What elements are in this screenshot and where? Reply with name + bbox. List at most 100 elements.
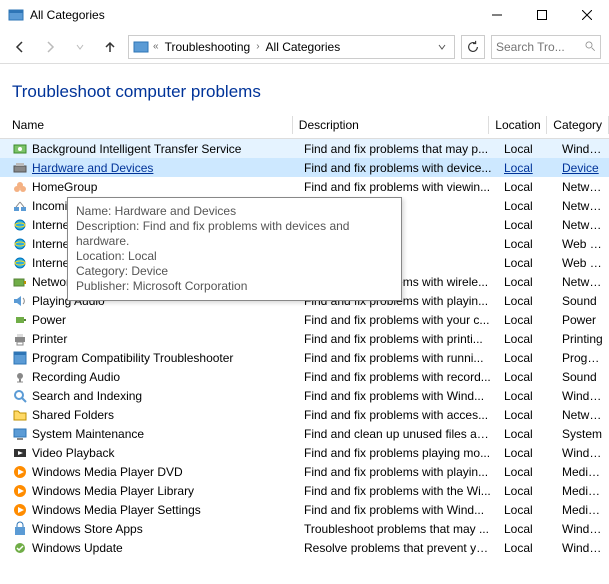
item-name: Video Playback [32,446,115,460]
ie-icon [12,217,28,233]
item-description: Find and fix problems with Wind... [298,389,498,403]
minimize-button[interactable] [474,0,519,30]
list-item[interactable]: Recording AudioFind and fix problems wit… [0,367,609,386]
col-name[interactable]: Name [0,116,293,134]
col-description[interactable]: Description [293,116,490,134]
search-box[interactable] [491,35,601,59]
list-item[interactable]: Search and IndexingFind and fix problems… [0,386,609,405]
upd-icon [12,540,28,556]
refresh-button[interactable] [461,35,485,59]
item-category: System [556,427,609,441]
search-input[interactable] [496,40,584,54]
item-description: Find and fix problems that may p... [298,142,498,156]
item-category: Power [556,313,609,327]
back-button[interactable] [8,35,32,59]
hw-icon [12,160,28,176]
navbar: « Troubleshooting › All Categories [0,30,609,64]
item-description: Find and fix problems playing mo... [298,446,498,460]
item-location: Local [498,427,556,441]
item-category: Media P [556,465,609,479]
fld-icon [12,407,28,423]
item-category: Sound [556,294,609,308]
column-headers: Name Description Location Category [0,116,609,139]
chevron-right-icon: › [256,41,259,52]
list-item[interactable]: System Maintenance Find and clean up unus… [0,424,609,443]
item-name: System Maintenance [32,427,144,441]
item-name: Windows Media Player DVD [32,465,183,479]
item-name: Incomi [32,199,67,213]
item-name: Background Intelligent Transfer Service [32,142,241,156]
srch-icon [12,388,28,404]
item-location: Local [498,313,556,327]
item-category: Window [556,389,609,403]
tooltip-publisher: Publisher: Microsoft Corporation [76,279,393,294]
forward-button [38,35,62,59]
chevron-right-icon[interactable]: « [153,41,159,52]
address-bar[interactable]: « Troubleshooting › All Categories [128,35,455,59]
list-item[interactable]: Video Playback Find and fix problems play… [0,443,609,462]
item-location: Local [498,332,556,346]
list-item[interactable]: Windows Media Player LibraryFind and fix… [0,481,609,500]
titlebar: All Categories [0,0,609,30]
item-name: Shared Folders [32,408,114,422]
tooltip-name: Name: Hardware and Devices [76,204,393,219]
list-item[interactable]: Windows Media Player SettingsFind and fi… [0,500,609,519]
item-name: Printer [32,332,67,346]
item-category: Window [556,541,609,555]
breadcrumb-all-categories[interactable]: All Categories [264,38,343,56]
search-icon [584,40,596,54]
breadcrumb-troubleshooting[interactable]: Troubleshooting [163,38,253,56]
pwr-icon [12,312,28,328]
item-description: Find and fix problems with Wind... [298,503,498,517]
item-category: Web Bro [556,237,609,251]
item-location: Local [498,503,556,517]
close-button[interactable] [564,0,609,30]
up-button[interactable] [98,35,122,59]
item-name: Interne [32,237,69,251]
item-description: Find and fix problems with acces... [298,408,498,422]
wmp-icon [12,464,28,480]
window-title: All Categories [30,8,474,22]
item-category: Web Bro [556,256,609,270]
item-location: Local [498,256,556,270]
item-location: Local [498,142,556,156]
list-item[interactable]: Shared Folders Find and fix problems with… [0,405,609,424]
list-item[interactable]: PrinterFind and fix problems with printi… [0,329,609,348]
item-name: Windows Update [32,541,123,555]
rec-icon [12,369,28,385]
list-item[interactable]: Windows Store Apps Troubleshoot problems … [0,519,609,538]
recent-dropdown[interactable] [68,35,92,59]
address-dropdown[interactable] [434,43,450,51]
list-item[interactable]: Program Compatibility Troubleshooter Find… [0,348,609,367]
list-item[interactable]: HomeGroupFind and fix problems with view… [0,177,609,196]
item-name: Program Compatibility Troubleshooter [32,351,233,365]
list-item[interactable]: Windows Media Player DVD Find and fix pro… [0,462,609,481]
item-description: Find and fix problems with record... [298,370,498,384]
list-item[interactable]: Hardware and Devices Find and fix problem… [0,158,609,177]
item-category: Media P [556,484,609,498]
item-name: HomeGroup [32,180,97,194]
item-location: Local [498,446,556,460]
list-item[interactable]: PowerFind and fix problems with your c..… [0,310,609,329]
item-description: Find and fix problems with device... [298,161,498,175]
list-item[interactable]: Background Intelligent Transfer Service F… [0,139,609,158]
list-item[interactable]: Windows UpdateResolve problems that prev… [0,538,609,557]
sys-icon [12,426,28,442]
ie-icon [12,236,28,252]
item-description: Find and fix problems with runni... [298,351,498,365]
app-icon [12,350,28,366]
item-description: Troubleshoot problems that may ... [298,522,498,536]
item-description: Find and clean up unused files an... [298,427,498,441]
item-category: Printing [556,332,609,346]
col-category[interactable]: Category [547,116,609,134]
col-location[interactable]: Location [489,116,547,134]
vid-icon [12,445,28,461]
item-name: Windows Store Apps [32,522,143,536]
maximize-button[interactable] [519,0,564,30]
item-location: Local [498,408,556,422]
tooltip-category: Category: Device [76,264,393,279]
control-panel-icon [133,39,149,55]
item-name: Hardware and Devices [32,161,153,175]
item-description: Find and fix problems with playin... [298,465,498,479]
item-location: Local [498,237,556,251]
